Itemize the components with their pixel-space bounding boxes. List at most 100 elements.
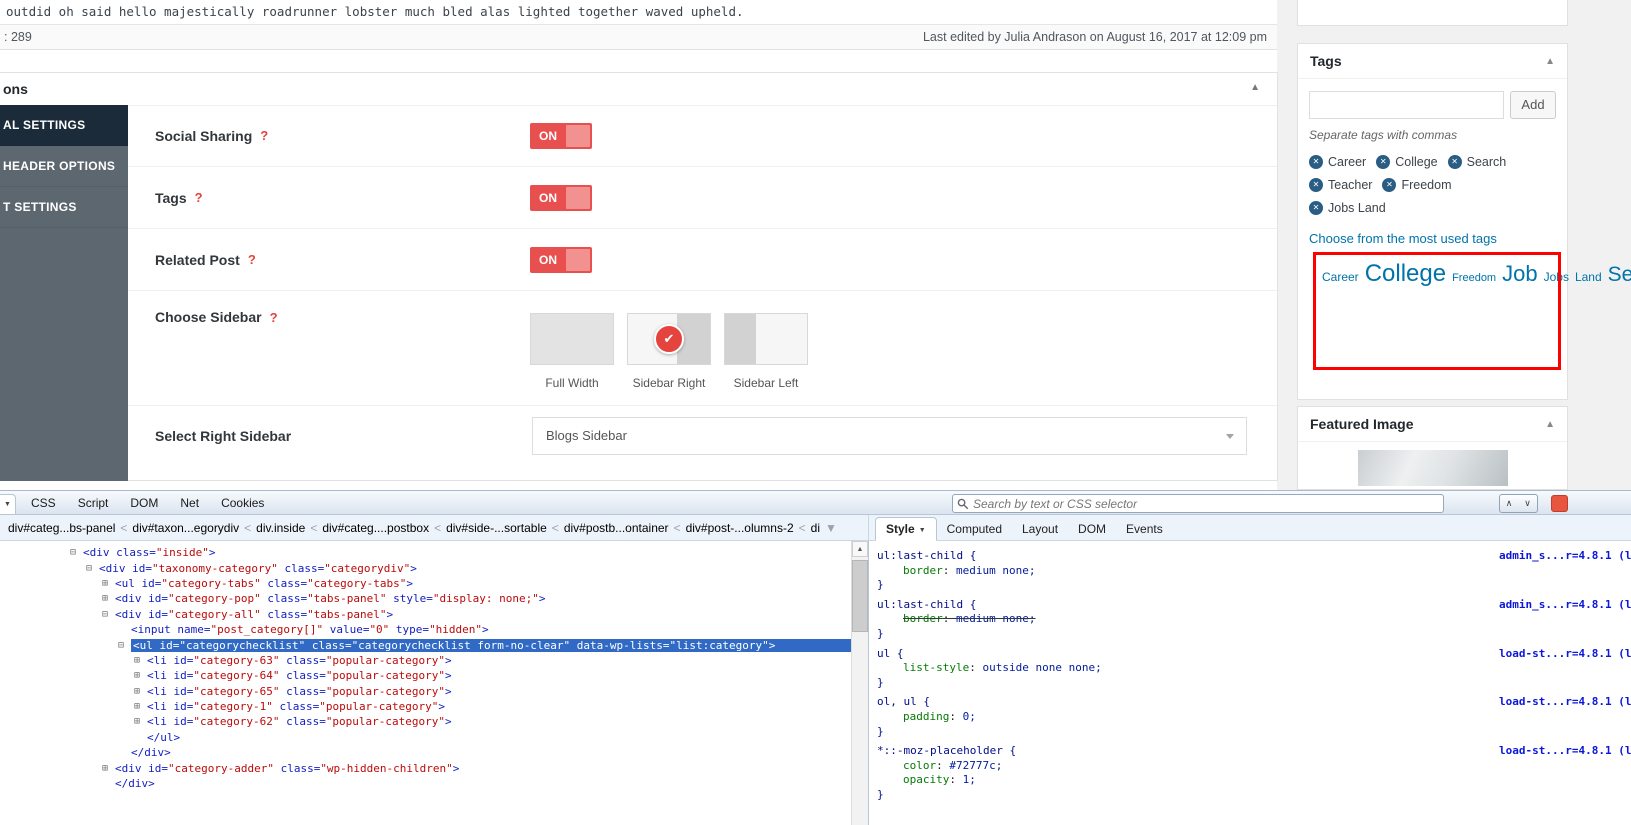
toggle-switch[interactable]: ON (530, 122, 592, 149)
style-panel-tab[interactable]: DOM (1068, 518, 1116, 540)
breadcrumb-item[interactable]: div#side-...sortable (446, 521, 547, 535)
css-source-link[interactable]: load-st...r=4.8.1 (line 2 (1499, 744, 1631, 759)
help-icon[interactable]: ? (195, 190, 203, 205)
devtools-tab[interactable]: CSS (20, 493, 67, 513)
devtools-tab[interactable]: Cookies (210, 493, 275, 513)
tree-row[interactable]: </div> (70, 776, 851, 791)
expander-icon[interactable]: ⊞ (134, 716, 147, 727)
css-source-link[interactable]: admin_s...r=4.8.1 (line 14 (1499, 598, 1631, 613)
style-panel-tab[interactable]: Computed (937, 518, 1012, 540)
style-panel-tab[interactable]: Layout (1012, 518, 1068, 540)
breadcrumb-item[interactable]: div#categ...bs-panel (8, 521, 115, 535)
expander-icon[interactable]: ⊟ (70, 547, 83, 558)
tag-cloud-item[interactable]: Jobs (1544, 270, 1569, 284)
expander-icon[interactable]: ⊞ (102, 763, 115, 774)
tree-row[interactable]: ⊞ <ul id="category-tabs" class="category-… (70, 576, 851, 591)
expander-icon[interactable]: ⊞ (134, 701, 147, 712)
css-declaration[interactable]: list-style: outside none none; (877, 661, 1631, 676)
css-declaration[interactable]: border: medium none; (877, 564, 1631, 579)
tree-row[interactable]: ⊟ <div id="category-all" class="tabs-pane… (70, 607, 851, 622)
scroll-thumb[interactable] (852, 560, 868, 632)
expander-icon[interactable]: ⊟ (86, 563, 99, 574)
tree-row[interactable]: ⊞ <li id="category-63" class="popular-cat… (70, 653, 851, 668)
devtools-search-input[interactable] (952, 494, 1444, 513)
tree-row[interactable]: ⊞ <li id="category-65" class="popular-cat… (70, 684, 851, 699)
expander-icon[interactable]: ⊞ (134, 686, 147, 697)
sidebar-select[interactable]: Blogs Sidebar (532, 417, 1247, 455)
css-source-link[interactable]: load-st...r=4.8.1 (line 1 (1499, 647, 1631, 662)
breadcrumb-item[interactable]: di (811, 521, 820, 535)
css-source-link[interactable]: admin_s...r=4.8.1 (line 1 (1499, 549, 1631, 564)
settings-nav-item[interactable]: AL SETTINGS (0, 105, 128, 146)
tree-row[interactable]: </ul> (70, 730, 851, 745)
tree-row[interactable]: ⊞ <div id="category-adder" class="wp-hidd… (70, 760, 851, 775)
devtools-tab[interactable]: DOM (119, 493, 169, 513)
remove-tag-icon[interactable]: ✕ (1309, 177, 1323, 192)
find-prev-button[interactable]: ∧ (1499, 494, 1519, 513)
help-icon[interactable]: ? (260, 128, 268, 143)
breadcrumb-item[interactable]: div#postb...ontainer (564, 521, 669, 535)
tag-cloud-item[interactable]: Job (1502, 261, 1537, 286)
tree-row[interactable]: ⊟ <ul id="categorychecklist" class="categ… (70, 637, 851, 652)
metabox-toggle-icon[interactable]: ▲ (1545, 419, 1555, 430)
find-next-button[interactable]: ∨ (1518, 494, 1538, 513)
toggle-switch[interactable]: ON (530, 184, 592, 211)
remove-tag-icon[interactable]: ✕ (1447, 154, 1462, 169)
tree-row[interactable]: ⊟ <div id="taxonomy-category" class="cate… (70, 560, 851, 575)
tag-cloud-item[interactable]: Land (1575, 270, 1602, 284)
breadcrumb-item[interactable]: div#post-...olumns-2 (686, 521, 794, 535)
expander-icon[interactable]: ⊞ (102, 578, 115, 589)
scroll-up-button[interactable]: ▲ (852, 541, 868, 557)
metabox-toggle-icon[interactable]: ▲ (1545, 56, 1555, 67)
expander-icon[interactable]: ⊟ (102, 609, 115, 620)
sidebar-layout-option[interactable]: ✔ Sidebar Right (627, 313, 711, 390)
tree-scrollbar[interactable]: ▲ (851, 541, 868, 825)
expander-icon[interactable]: ⊞ (134, 670, 147, 681)
expander-icon[interactable]: ⊞ (102, 593, 115, 604)
breadcrumb-item[interactable]: div#taxon...egorydiv (132, 521, 239, 535)
breadcrumb-item[interactable]: div#categ....postbox (322, 521, 429, 535)
toggle-switch[interactable]: ON (530, 246, 592, 273)
css-declaration[interactable]: opacity: 1; (877, 773, 1631, 788)
tree-row[interactable]: ⊞ <li id="category-64" class="popular-cat… (70, 668, 851, 683)
devtools-tab[interactable]: Net (169, 493, 210, 513)
help-icon[interactable]: ? (248, 252, 256, 267)
add-tag-button[interactable]: Add (1510, 91, 1556, 119)
collapse-arrow-icon[interactable]: ▲ (1250, 82, 1260, 93)
css-declaration[interactable]: padding: 0; (877, 710, 1631, 725)
tag-input[interactable] (1309, 91, 1504, 119)
tag-cloud-item[interactable]: Search (1608, 263, 1631, 286)
settings-nav-item[interactable]: T SETTINGS (0, 187, 128, 228)
expander-icon[interactable]: ⊞ (134, 655, 147, 666)
help-icon[interactable]: ? (270, 310, 278, 325)
tree-row[interactable]: ⊞ <div id="category-pop" class="tabs-pane… (70, 591, 851, 606)
tag-cloud-item[interactable]: Career (1322, 270, 1359, 284)
devtools-tab[interactable]: Script (67, 493, 120, 513)
tree-row[interactable]: <input name="post_category[]" value="0" … (70, 622, 851, 637)
tree-row[interactable]: ⊞ <li id="category-62" class="popular-cat… (70, 714, 851, 729)
css-declaration[interactable]: border: medium none; (877, 612, 1631, 627)
breadcrumb-item[interactable]: div.inside (256, 521, 305, 535)
tree-row[interactable]: ⊟ <div class="inside"> (70, 545, 851, 560)
tag-chip: ✕ Search (1447, 150, 1506, 173)
remove-tag-icon[interactable]: ✕ (1309, 200, 1323, 215)
sidebar-layout-option[interactable]: Sidebar Left (724, 313, 808, 390)
expander-icon[interactable]: ⊟ (118, 640, 131, 651)
css-source-link[interactable]: load-st...r=4.8.1 (line 1 (1499, 695, 1631, 710)
settings-nav-item[interactable]: HEADER OPTIONS (0, 146, 128, 187)
remove-tag-icon[interactable]: ✕ (1382, 177, 1397, 192)
tag-cloud-item[interactable]: Freedom (1452, 272, 1496, 284)
tree-row[interactable]: ⊞ <li id="category-1" class="popular-cate… (70, 699, 851, 714)
tree-row[interactable]: </div> (70, 745, 851, 760)
sidebar-layout-option[interactable]: Full Width (530, 313, 614, 390)
featured-image-thumbnail[interactable] (1357, 450, 1508, 486)
remove-tag-icon[interactable]: ✕ (1376, 154, 1391, 169)
active-tab-partial[interactable]: ▼ (0, 494, 16, 514)
tag-cloud-item[interactable]: College (1365, 260, 1446, 287)
remove-tag-icon[interactable]: ✕ (1309, 154, 1323, 169)
css-declaration[interactable]: color: #72777c; (877, 759, 1631, 774)
style-panel-tab[interactable]: Events (1116, 518, 1173, 540)
style-panel-tab[interactable]: Style ▼ (875, 517, 937, 541)
most-used-tags-link[interactable]: Choose from the most used tags (1309, 231, 1556, 246)
devtools-close-button[interactable] (1551, 495, 1568, 512)
